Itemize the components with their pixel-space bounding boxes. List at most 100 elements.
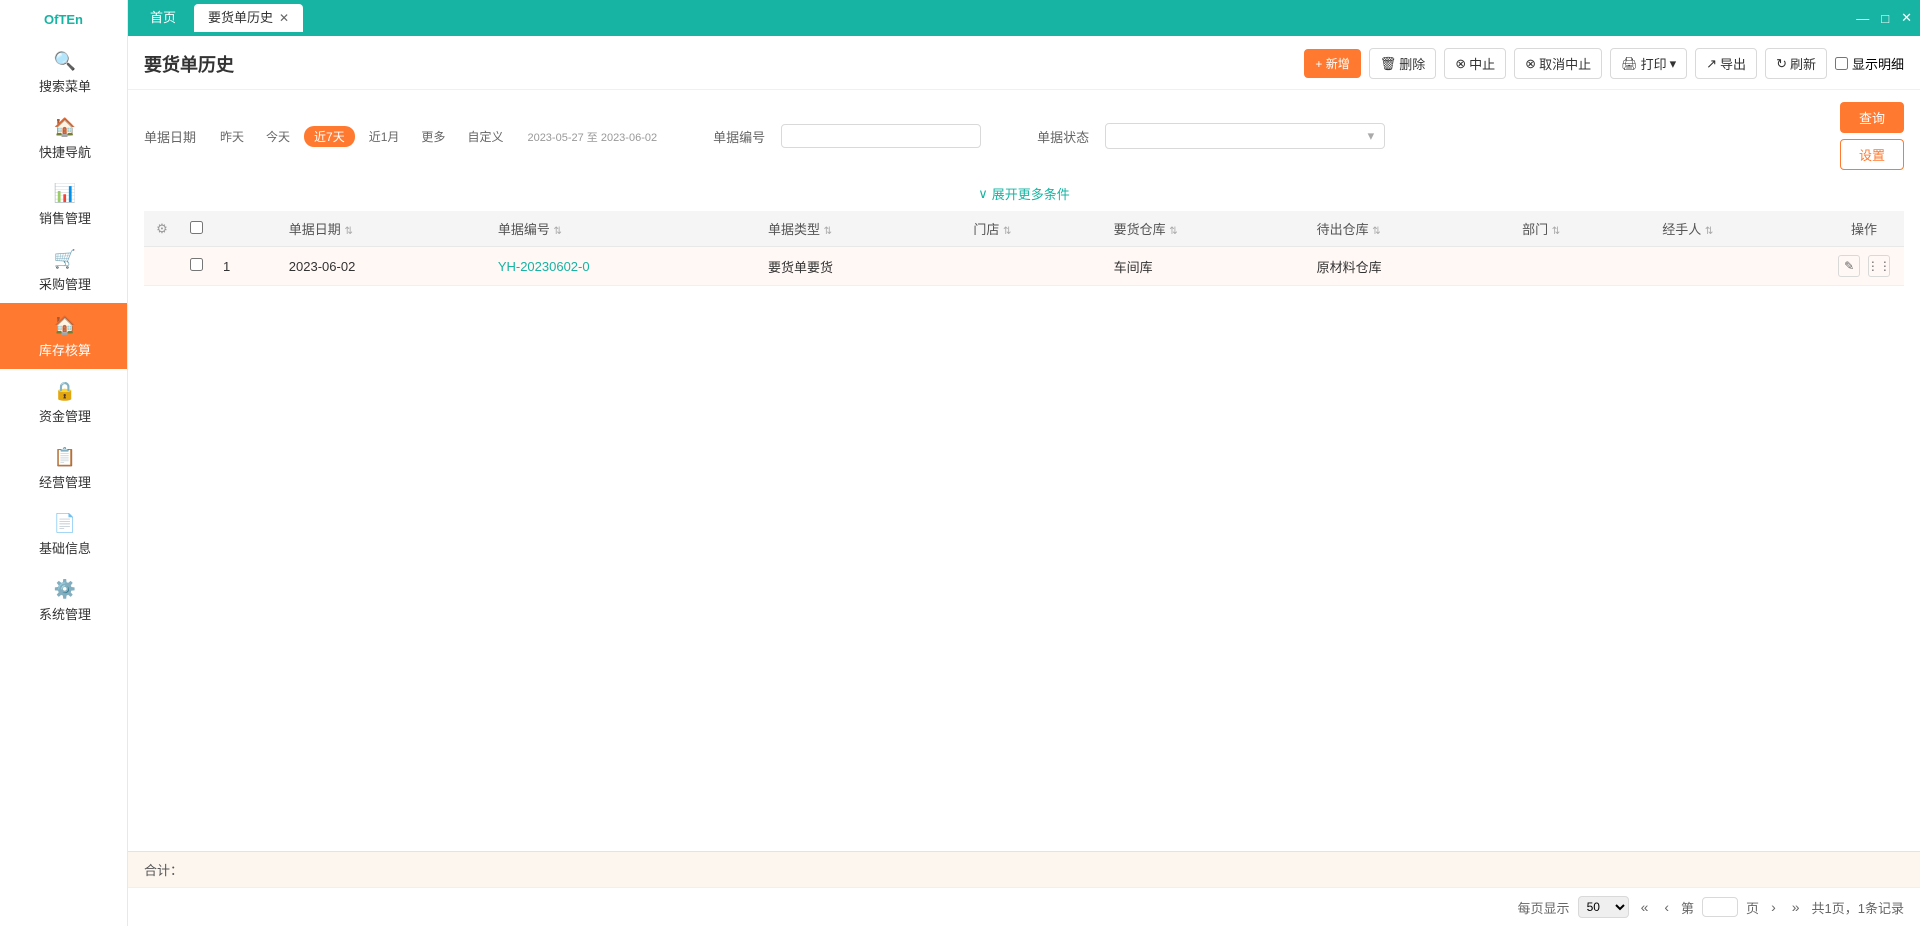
operations-icon: 📋 [54,447,76,468]
last-page-btn[interactable]: » [1788,899,1804,915]
date-range-display: 2023-05-27 至 2023-06-02 [527,129,657,145]
next-page-btn[interactable]: › [1767,899,1780,915]
stop-button[interactable]: ⊗ 中止 [1444,48,1506,79]
delete-button[interactable]: 🗑 删除 [1369,48,1437,79]
row-store-0 [963,247,1103,286]
doc-number-sort-icon[interactable]: ⇅ [553,226,561,237]
purchase-icon: 🛒 [54,249,76,270]
col-settings[interactable]: ⚙ [144,211,180,247]
tab-close-requisition-history[interactable]: ✕ [279,4,289,32]
print-button[interactable]: 🖨 打印 ▾ [1610,48,1687,79]
date-filter-btn-近1月[interactable]: 近1月 [361,126,408,147]
print-icon: 🖨 [1621,56,1638,72]
tab-label-home: 首页 [150,4,176,32]
export-button[interactable]: ↗ 导出 [1695,48,1757,79]
sidebar-item-purchase[interactable]: 🛒 采购管理 [0,237,127,303]
row-doc-number-0[interactable]: YH-20230602-0 [488,247,758,286]
footer-summary: 合计： [128,851,1920,887]
sidebar-item-search-menu[interactable]: 🔍 搜索菜单 [0,39,127,105]
handler-sort-icon[interactable]: ⇅ [1705,226,1713,237]
row-settings-0 [144,247,180,286]
show-detail-checkbox[interactable] [1835,57,1848,70]
col-operation: 操作 [1824,211,1904,247]
window-minimize-btn[interactable]: — [1856,11,1869,26]
col-doc-date: 单据日期 ⇅ [279,211,488,247]
system-icon: ⚙️ [54,579,76,600]
req-warehouse-sort-icon[interactable]: ⇅ [1169,226,1177,237]
sidebar-item-finance[interactable]: 🔒 资金管理 [0,369,127,435]
date-filter-btn-今天[interactable]: 今天 [258,126,298,147]
doc-date-sort-icon[interactable]: ⇅ [344,226,352,237]
sidebar-item-sales[interactable]: 📊 销售管理 [0,171,127,237]
col-store: 门店 ⇅ [963,211,1103,247]
select-all-checkbox[interactable] [190,221,203,234]
sidebar-label-purchase: 采购管理 [39,274,91,293]
sidebar-item-quick-nav[interactable]: 🏠 快捷导航 [0,105,127,171]
doc-link-0[interactable]: YH-20230602-0 [498,259,590,274]
filter-row-1: 单据日期 昨天今天近7天近1月更多自定义 2023-05-27 至 2023-0… [144,102,1904,170]
tab-requisition-history[interactable]: 要货单历史✕ [194,4,303,32]
col-department: 部门 ⇅ [1512,211,1652,247]
doc-status-select[interactable]: ▾ [1105,123,1385,149]
date-filter-btn-近7天[interactable]: 近7天 [304,126,355,147]
doc-status-label: 单据状态 [1037,127,1089,146]
search-menu-icon: 🔍 [54,51,76,72]
sidebar-item-inventory[interactable]: 🏠 库存核算 [0,303,127,369]
row-checkbox-0[interactable] [180,247,213,286]
sidebar-item-operations[interactable]: 📋 经营管理 [0,435,127,501]
expand-icon: ∨ [978,186,988,202]
pending-warehouse-sort-icon[interactable]: ⇅ [1372,226,1380,237]
page-suffix-label: 页 [1746,898,1759,917]
col-row-num [213,211,279,247]
row-doc-date-0: 2023-06-02 [279,247,488,286]
date-filter-btn-更多[interactable]: 更多 [413,126,453,147]
filter-settings-button[interactable]: 设置 [1840,139,1904,170]
cancel-stop-button[interactable]: ⊗ 取消中止 [1514,48,1602,79]
window-close-btn[interactable]: ✕ [1901,10,1912,26]
query-button[interactable]: 查询 [1840,102,1904,133]
data-table: ⚙ 单据日期 ⇅ 单据编号 ⇅ [144,211,1904,286]
basic-info-icon: 📄 [54,513,76,534]
refresh-button[interactable]: ↻ 刷新 [1765,48,1827,79]
page-header: 要货单历史 + 新增 🗑 删除 ⊗ 中止 ⊗ 取消中止 🖨 打印 ▾ ↗ 导出 [128,36,1920,90]
row-department-0 [1512,247,1652,286]
per-page-label: 每页显示 [1518,898,1570,917]
row-select-0[interactable] [190,258,203,271]
tab-label-requisition-history: 要货单历史 [208,4,273,32]
inventory-icon: 🏠 [54,315,76,336]
row-delete-btn-0[interactable]: ⋮⋮ [1868,255,1890,277]
sidebar: OfTEn 🔍 搜索菜单 🏠 快捷导航 📊 销售管理 🛒 采购管理 🏠 库存核算… [0,0,128,926]
sidebar-item-basic-info[interactable]: 📄 基础信息 [0,501,127,567]
delete-icon: 🗑 [1380,56,1397,72]
store-sort-icon[interactable]: ⇅ [1003,226,1011,237]
sidebar-item-system[interactable]: ⚙️ 系统管理 [0,567,127,633]
show-detail-checkbox-label[interactable]: 显示明细 [1835,54,1904,73]
window-maximize-btn[interactable]: □ [1881,11,1889,26]
summary-label: 合计： [144,863,183,878]
filter-actions: 查询 设置 [1840,102,1904,170]
total-records-label: 共1页，1条记录 [1812,898,1904,917]
date-filter-btn-自定义[interactable]: 自定义 [459,126,511,147]
export-icon: ↗ [1706,56,1717,72]
row-edit-btn-0[interactable]: ✎ [1838,255,1860,277]
per-page-select[interactable]: 50 100 200 [1578,896,1629,918]
doc-type-sort-icon[interactable]: ⇅ [824,226,832,237]
col-doc-type: 单据类型 ⇅ [758,211,963,247]
col-doc-number: 单据编号 ⇅ [488,211,758,247]
table-row: 1 2023-06-02 YH-20230602-0 要货单要货 车间库 原材料… [144,247,1904,286]
new-button[interactable]: + 新增 [1304,49,1360,78]
tab-home[interactable]: 首页 [136,4,190,32]
stop-icon: ⊗ [1455,56,1466,72]
department-sort-icon[interactable]: ⇅ [1552,226,1560,237]
first-page-btn[interactable]: « [1637,899,1653,915]
finance-icon: 🔒 [54,381,76,402]
page-title: 要货单历史 [144,51,1296,77]
date-filter-btn-昨天[interactable]: 昨天 [212,126,252,147]
sales-icon: 📊 [54,183,76,204]
prev-page-btn[interactable]: ‹ [1660,899,1673,915]
sidebar-label-basic-info: 基础信息 [39,538,91,557]
page-number-input[interactable]: 1 [1702,897,1738,917]
col-pending-warehouse: 待出仓库 ⇅ [1307,211,1512,247]
expand-more-btn[interactable]: ∨ 展开更多条件 [144,180,1904,211]
doc-number-input[interactable] [781,124,981,148]
